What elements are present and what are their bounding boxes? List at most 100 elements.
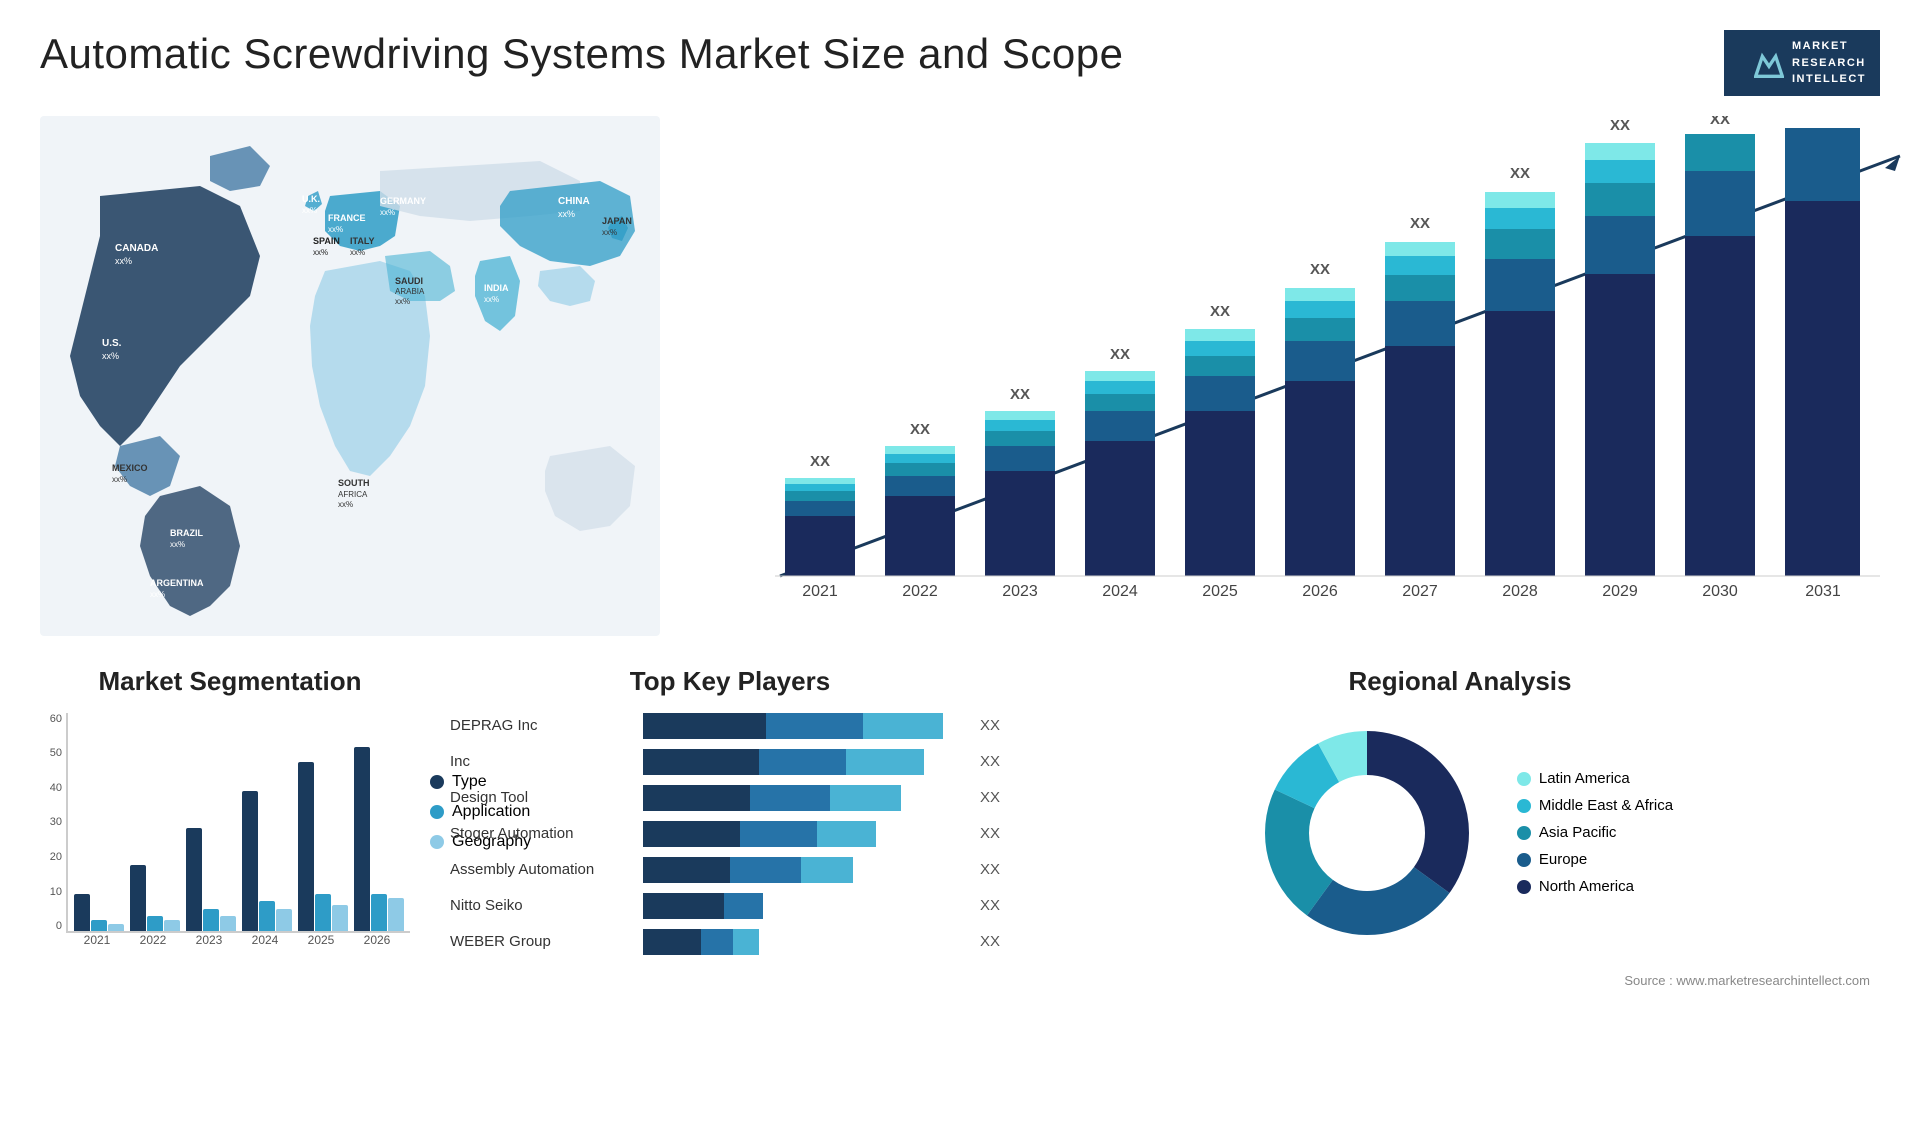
bar-type — [186, 828, 202, 931]
player-bar — [643, 785, 966, 811]
legend-dot-geo — [430, 835, 444, 849]
player-row-deprag: DEPRAG Inc XX — [450, 713, 1010, 739]
svg-text:JAPAN: JAPAN — [602, 216, 632, 226]
svg-text:xx%: xx% — [170, 540, 185, 549]
player-bar — [643, 749, 966, 775]
legend-mea: Middle East & Africa — [1517, 797, 1673, 814]
svg-text:XX: XX — [1410, 215, 1430, 232]
legend-na: North America — [1517, 878, 1673, 895]
bar-geo — [108, 924, 124, 931]
svg-text:2031: 2031 — [1805, 583, 1841, 600]
legend-europe: Europe — [1517, 851, 1673, 868]
regional-title: Regional Analysis — [1040, 666, 1880, 697]
svg-text:SAUDI: SAUDI — [395, 276, 423, 286]
svg-text:2027: 2027 — [1402, 583, 1438, 600]
svg-text:SOUTH: SOUTH — [338, 478, 370, 488]
svg-text:xx%: xx% — [338, 500, 353, 509]
page: Automatic Screwdriving Systems Market Si… — [0, 0, 1920, 1146]
legend-dot-apac — [1517, 826, 1531, 840]
growth-chart-svg: XX XX XX — [720, 116, 1920, 636]
market-segmentation: Market Segmentation 60 50 40 30 20 10 0 — [40, 666, 420, 965]
bar-group-2023 — [186, 828, 236, 931]
player-name: Inc — [450, 753, 635, 770]
players-title: Top Key Players — [450, 666, 1010, 697]
bar-app — [315, 894, 331, 931]
svg-text:2023: 2023 — [1002, 583, 1038, 600]
svg-text:CHINA: CHINA — [558, 196, 590, 207]
svg-text:MEXICO: MEXICO — [112, 463, 148, 473]
svg-text:ARABIA: ARABIA — [395, 287, 425, 296]
bar-app — [371, 894, 387, 931]
bar-app — [91, 920, 107, 931]
bottom-section: Market Segmentation 60 50 40 30 20 10 0 — [40, 666, 1880, 965]
header: Automatic Screwdriving Systems Market Si… — [40, 30, 1880, 96]
player-row-nitto: Nitto Seiko XX — [450, 893, 1010, 919]
player-name: Nitto Seiko — [450, 897, 635, 914]
top-players: Top Key Players DEPRAG Inc XX Inc — [450, 666, 1010, 965]
svg-text:xx%: xx% — [302, 206, 317, 215]
legend-dot-app — [430, 805, 444, 819]
player-value: XX — [980, 933, 1010, 950]
legend-apac: Asia Pacific — [1517, 824, 1673, 841]
growth-chart-section: XX XX XX — [680, 116, 1920, 656]
svg-text:xx%: xx% — [380, 208, 395, 217]
svg-text:INDIA: INDIA — [484, 283, 509, 293]
bar-type — [298, 762, 314, 931]
svg-text:GERMANY: GERMANY — [380, 196, 426, 206]
player-row-inc: Inc XX — [450, 749, 1010, 775]
world-map: CANADA xx% U.S. xx% MEXICO xx% BRAZIL xx… — [40, 116, 660, 656]
player-name: Design Tool — [450, 789, 635, 806]
svg-text:2022: 2022 — [902, 583, 938, 600]
player-row-stoger: Stoger Automation XX — [450, 821, 1010, 847]
player-value: XX — [980, 717, 1010, 734]
svg-text:ITALY: ITALY — [350, 236, 375, 246]
regional-legend: Latin America Middle East & Africa Asia … — [1517, 770, 1673, 895]
player-value: XX — [980, 753, 1010, 770]
legend-dot-type — [430, 775, 444, 789]
bar-geo — [164, 920, 180, 931]
player-name: WEBER Group — [450, 933, 635, 950]
svg-text:XX: XX — [910, 421, 930, 438]
svg-text:ARGENTINA: ARGENTINA — [150, 578, 204, 588]
svg-text:xx%: xx% — [558, 209, 575, 219]
svg-text:2026: 2026 — [1302, 583, 1338, 600]
player-bar — [643, 929, 966, 955]
player-bar — [643, 893, 966, 919]
svg-text:BRAZIL: BRAZIL — [170, 528, 203, 538]
svg-text:2028: 2028 — [1502, 583, 1538, 600]
player-name: Stoger Automation — [450, 825, 635, 842]
bar-type — [354, 747, 370, 931]
svg-text:XX: XX — [810, 453, 830, 470]
svg-text:SPAIN: SPAIN — [313, 236, 340, 246]
svg-text:XX: XX — [1110, 346, 1130, 363]
donut-chart — [1247, 713, 1487, 953]
regional-analysis: Regional Analysis — [1040, 666, 1880, 965]
source-text: Source : www.marketresearchintellect.com — [40, 973, 1880, 988]
bar-type — [242, 791, 258, 931]
svg-text:xx%: xx% — [602, 228, 617, 237]
player-bar — [643, 821, 966, 847]
segmentation-title: Market Segmentation — [40, 666, 420, 697]
svg-text:xx%: xx% — [350, 248, 365, 257]
svg-text:XX: XX — [1610, 117, 1630, 134]
bar-group-2025 — [298, 762, 348, 931]
svg-text:AFRICA: AFRICA — [338, 490, 368, 499]
svg-text:CANADA: CANADA — [115, 243, 158, 254]
player-name: Assembly Automation — [450, 861, 635, 878]
player-row-design: Design Tool XX — [450, 785, 1010, 811]
map-svg: CANADA xx% U.S. xx% MEXICO xx% BRAZIL xx… — [40, 116, 660, 636]
bar-type — [74, 894, 90, 931]
legend-dot-na — [1517, 880, 1531, 894]
bar-app — [203, 909, 219, 931]
svg-text:xx%: xx% — [150, 590, 165, 599]
svg-text:XX: XX — [1710, 116, 1730, 128]
bar-app — [147, 916, 163, 931]
logo-icon — [1754, 48, 1784, 78]
logo: MARKET RESEARCH INTELLECT — [1724, 30, 1880, 96]
player-name: DEPRAG Inc — [450, 717, 635, 734]
bar-geo — [276, 909, 292, 931]
player-value: XX — [980, 825, 1010, 842]
players-list: DEPRAG Inc XX Inc XX — [450, 713, 1010, 955]
svg-text:XX: XX — [1310, 261, 1330, 278]
bar-group-2022 — [130, 865, 180, 931]
